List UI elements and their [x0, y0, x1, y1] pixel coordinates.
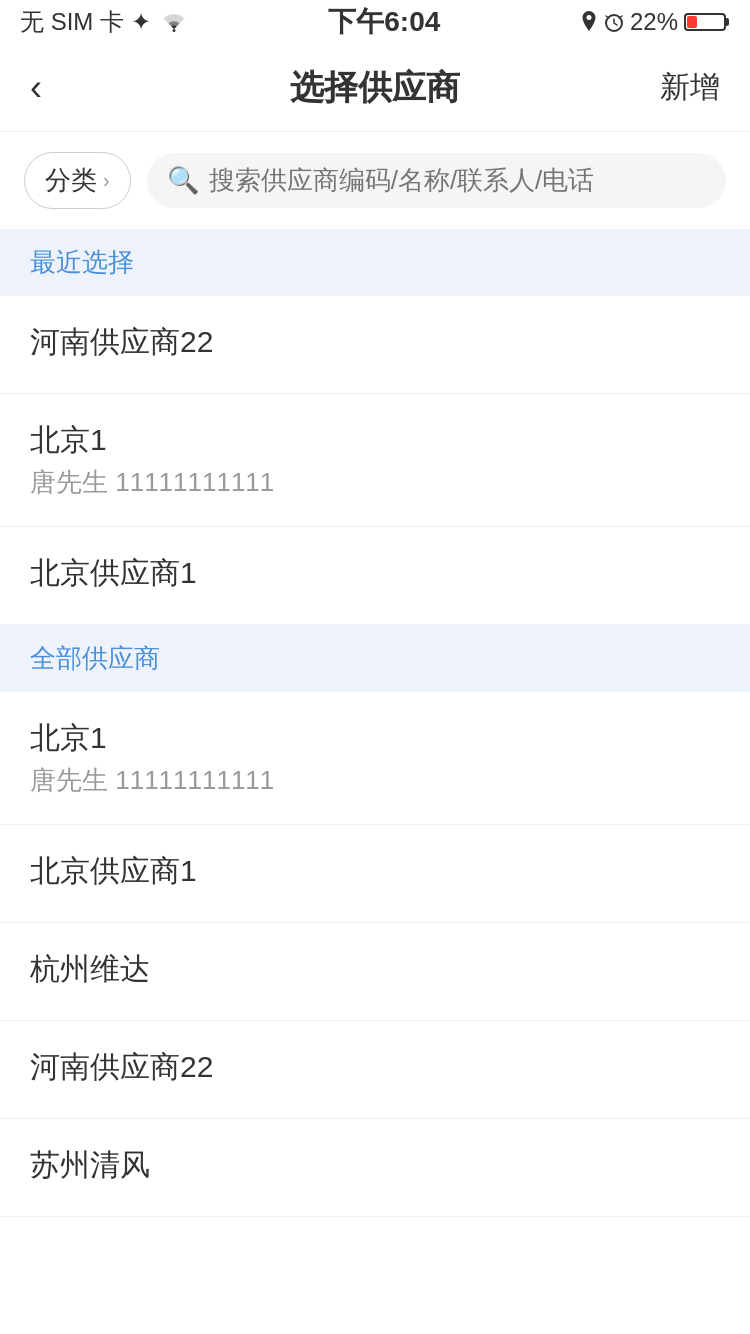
list-item[interactable]: 杭州维达: [0, 923, 750, 1021]
battery-icon: [684, 11, 730, 33]
search-icon: 🔍: [167, 165, 199, 196]
category-label: 分类: [45, 163, 97, 198]
no-sim-text: 无 SIM 卡 ✦: [20, 6, 151, 38]
list-item[interactable]: 苏州清风: [0, 1119, 750, 1217]
alarm-icon: [604, 11, 624, 33]
svg-rect-3: [725, 18, 729, 26]
item-name: 北京1: [30, 420, 720, 461]
item-name: 苏州清风: [30, 1145, 720, 1186]
status-right: 22%: [580, 8, 730, 36]
svg-point-0: [172, 29, 175, 32]
item-name: 河南供应商22: [30, 322, 720, 363]
page-title: 选择供应商: [290, 65, 460, 111]
category-button[interactable]: 分类 ›: [24, 152, 131, 209]
list-item[interactable]: 北京1 唐先生 11111111111: [0, 394, 750, 527]
all-section-header: 全部供应商: [0, 625, 750, 692]
list-item[interactable]: 河南供应商22: [0, 296, 750, 394]
recent-section-label: 最近选择: [30, 247, 134, 277]
battery-text: 22%: [630, 8, 678, 36]
search-bar: 分类 › 🔍: [0, 132, 750, 229]
list-item[interactable]: 北京1 唐先生 11111111111: [0, 692, 750, 825]
wifi-icon: [159, 11, 189, 33]
item-name: 河南供应商22: [30, 1047, 720, 1088]
location-icon: [580, 11, 598, 33]
search-input[interactable]: [209, 165, 706, 196]
status-left: 无 SIM 卡 ✦: [20, 6, 189, 38]
item-name: 北京供应商1: [30, 851, 720, 892]
back-button[interactable]: ‹: [30, 67, 90, 109]
item-sub: 唐先生 11111111111: [30, 763, 720, 798]
add-button[interactable]: 新增: [660, 67, 720, 108]
nav-bar: ‹ 选择供应商 新增: [0, 44, 750, 132]
item-name: 北京供应商1: [30, 553, 720, 594]
list-item[interactable]: 北京供应商1: [0, 825, 750, 923]
all-list: 北京1 唐先生 11111111111 北京供应商1 杭州维达河南供应商22 苏州清风: [0, 692, 750, 1217]
item-sub: 唐先生 11111111111: [30, 465, 720, 500]
status-bar: 无 SIM 卡 ✦ 下午6:04 22%: [0, 0, 750, 44]
all-section-label: 全部供应商: [30, 643, 160, 673]
item-name: 杭州维达: [30, 949, 720, 990]
recent-section-header: 最近选择: [0, 229, 750, 296]
search-input-wrap: 🔍: [147, 153, 726, 208]
list-item[interactable]: 北京供应商1: [0, 527, 750, 625]
status-time: 下午6:04: [328, 3, 440, 41]
list-item[interactable]: 河南供应商22: [0, 1021, 750, 1119]
chevron-right-icon: ›: [103, 169, 110, 192]
recent-list: 河南供应商22 北京1 唐先生 11111111111 北京供应商1: [0, 296, 750, 625]
item-name: 北京1: [30, 718, 720, 759]
svg-rect-4: [687, 16, 697, 28]
